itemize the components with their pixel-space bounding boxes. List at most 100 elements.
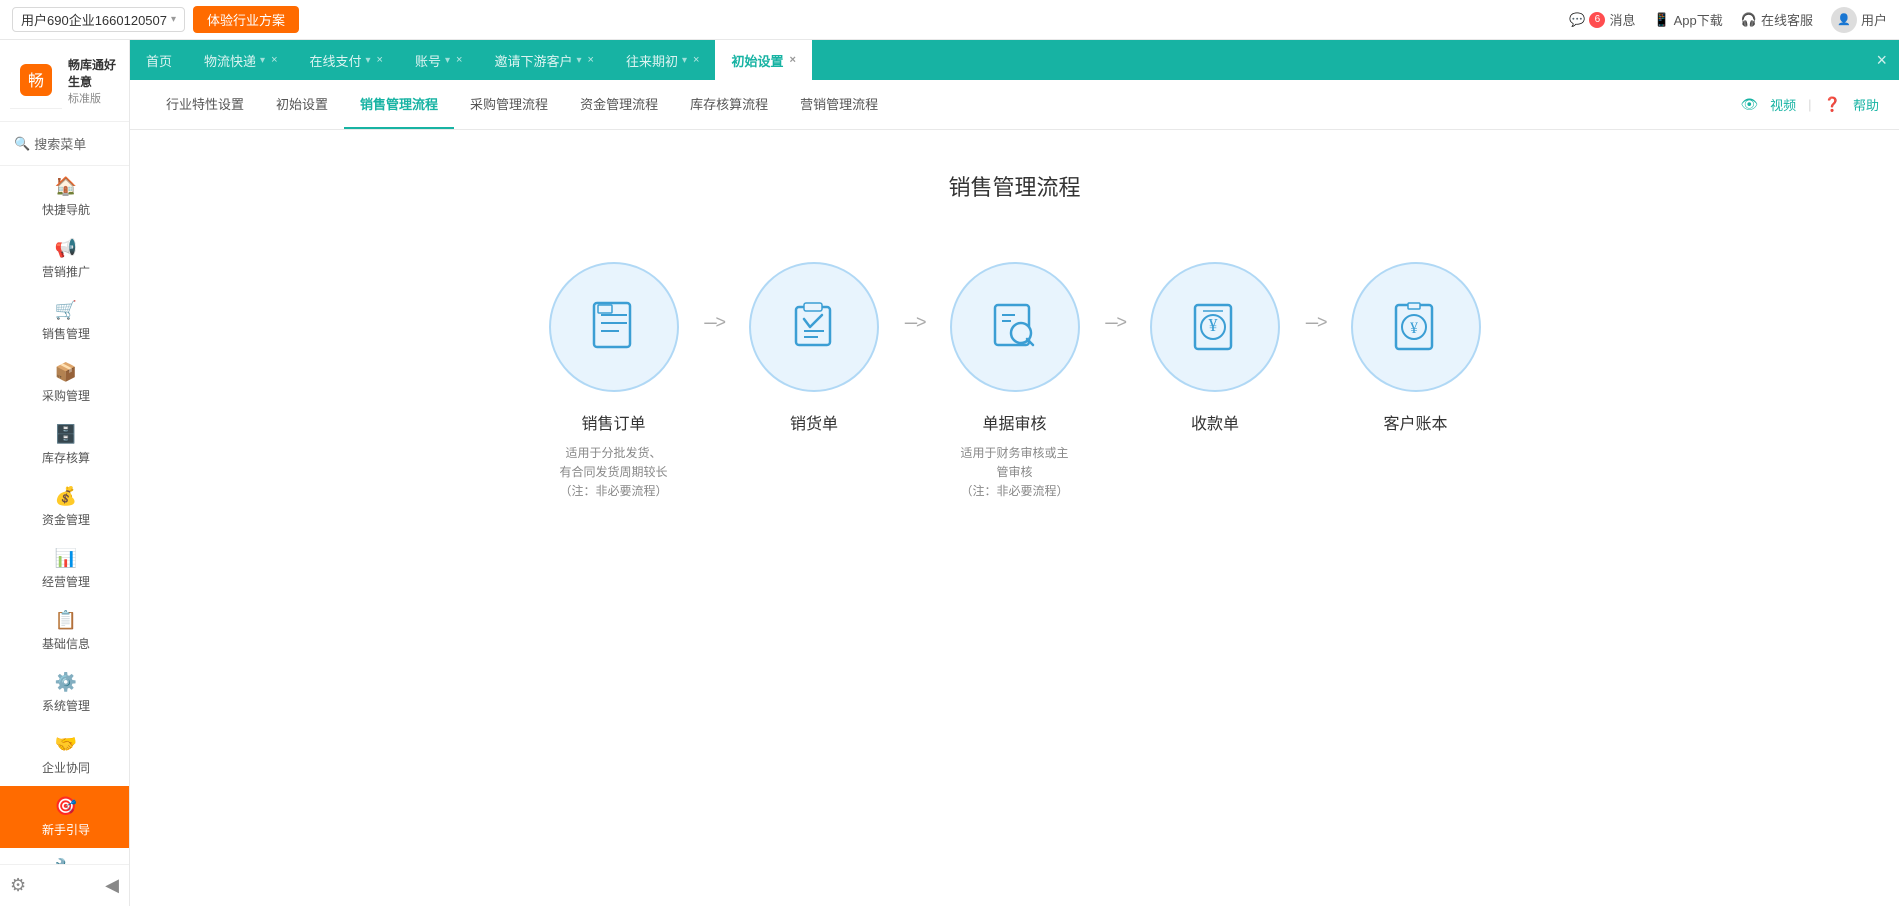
collapse-icon[interactable]: ◀ (105, 875, 119, 896)
sidebar-item-销售管理[interactable]: 🛒 销售管理 (0, 290, 129, 352)
main-area: 首页物流快递▾×在线支付▾×账号▾×邀请下游客户▾×往来期初▾×初始设置×× 行… (130, 40, 1899, 906)
nav-icon-9: 🤝 (55, 734, 77, 755)
nav-tab-0[interactable]: 首页 (130, 40, 188, 80)
sidebar-item-营销推广[interactable]: 📢营销推广 (0, 228, 129, 290)
sidebar-item-经营管理[interactable]: 📊 经营管理 (0, 538, 129, 600)
nav-icon-2: 🛒 (55, 300, 77, 321)
online-service-button[interactable]: 🎧 在线客服 (1741, 10, 1813, 29)
settings-icon[interactable]: ⚙ (10, 875, 26, 896)
sidebar-logo: 畅 畅库通好生意 标准版 (0, 40, 129, 122)
user-selector[interactable]: 用户690企业1660120507 ▾ (12, 7, 185, 32)
nav-icon-8: ⚙️ (55, 672, 77, 693)
nav-tab-6[interactable]: 初始设置× (715, 40, 811, 80)
nav-label-5: 资金管理 (42, 511, 90, 528)
online-service-label: 在线客服 (1761, 10, 1813, 29)
tab-close-icon-5[interactable]: × (693, 54, 699, 66)
sidebar-item-应用中心[interactable]: 🔧应用中心 (0, 848, 129, 864)
nav-label-3: 采购管理 (42, 387, 90, 404)
chevron-down-icon: ▾ (366, 55, 371, 66)
trial-button[interactable]: 体验行业方案 (193, 6, 299, 33)
sidebar-item-新手引导[interactable]: 🎯新手引导 (0, 786, 129, 848)
nav-tab-3[interactable]: 账号▾× (399, 40, 478, 80)
sub-tab-5[interactable]: 库存核算流程 (674, 80, 784, 129)
nav-icon-4: 🗄️ (55, 424, 77, 445)
sub-tab-6[interactable]: 营销管理流程 (784, 80, 894, 129)
nav-label-6: 经营管理 (42, 573, 90, 590)
sidebar-item-快捷导航[interactable]: 🏠快捷导航 (0, 166, 129, 228)
message-button[interactable]: 💬 6 消息 (1569, 10, 1635, 29)
top-bar-right: 💬 6 消息 📱 App下载 🎧 在线客服 👤 用户 (1569, 7, 1887, 33)
sidebar: 畅 畅库通好生意 标准版 🔍 搜索菜单 🏠快捷导航📢营销推广 🛒 销售管理 📦采购管理… (0, 40, 130, 906)
app-icon: 📱 (1653, 12, 1669, 28)
chevron-down-icon: ▾ (682, 55, 687, 66)
user-name-label: 用户 (1861, 10, 1887, 29)
sub-tab-4[interactable]: 资金管理流程 (564, 80, 674, 129)
nav-tab-4[interactable]: 邀请下游客户 ▾ × (478, 40, 609, 80)
flow-step-desc-2: 适用于财务审核或主管审核（注：非必要流程） (960, 444, 1068, 502)
nav-label-8: 系统管理 (42, 697, 90, 714)
sidebar-item-系统管理[interactable]: ⚙️ 系统管理 (0, 662, 129, 724)
nav-tab-label-1: 物流快递 (204, 51, 256, 70)
nav-tab-label-4: 邀请下游客户 (494, 51, 572, 70)
search-menu-button[interactable]: 🔍 搜索菜单 (8, 130, 121, 157)
sidebar-item-库存核算[interactable]: 🗄️库存核算 (0, 414, 129, 476)
nav-label-2: 销售管理 (42, 325, 90, 342)
video-label[interactable]: 视频 (1770, 95, 1796, 114)
flow-step-name-4: 客户账本 (1383, 410, 1447, 434)
user-avatar-area[interactable]: 👤 用户 (1831, 7, 1887, 33)
tab-close-icon-2[interactable]: × (377, 54, 383, 66)
app-download-label: App下载 (1674, 10, 1723, 29)
message-badge: 6 (1589, 12, 1605, 28)
chevron-down-icon: ▾ (576, 55, 581, 66)
flow-arrow-3: ---> (1105, 262, 1126, 333)
nav-label-9: 企业协同 (42, 759, 90, 776)
layout: 畅 畅库通好生意 标准版 🔍 搜索菜单 🏠快捷导航📢营销推广 🛒 销售管理 📦采购管理… (0, 40, 1899, 906)
flow-diagram: 销售订单 适用于分批发货、有合同发货周期较长（注：非必要流程） ---> 销货单… (150, 262, 1879, 502)
nav-tab-1[interactable]: 物流快递▾× (188, 40, 293, 80)
tab-close-icon-1[interactable]: × (271, 54, 277, 66)
sub-tab-2[interactable]: 销售管理流程 (344, 80, 454, 129)
sub-tabs-right-actions: 👁 视频 | ❓ 帮助 (1740, 95, 1879, 114)
tab-close-icon-3[interactable]: × (456, 54, 462, 66)
nav-close-button[interactable]: × (1864, 50, 1899, 71)
nav-tab-label-3: 账号 (415, 51, 441, 70)
flow-step-name-1: 销货单 (790, 410, 838, 434)
nav-icon-6: 📊 (55, 548, 77, 569)
logo-tag: 标准版 (68, 90, 119, 106)
sidebar-item-企业协同[interactable]: 🤝 企业协同 (0, 724, 129, 786)
nav-tab-2[interactable]: 在线支付 ▾ × (294, 40, 399, 80)
nav-tab-label-2: 在线支付 (310, 51, 362, 70)
sub-tab-1[interactable]: 初始设置 (260, 80, 344, 129)
message-icon: 💬 (1569, 12, 1585, 28)
nav-icon-7: 📋 (55, 610, 77, 631)
eye-icon: 👁 (1740, 96, 1758, 113)
svg-text:¥: ¥ (1410, 320, 1418, 337)
nav-label-10: 新手引导 (42, 821, 90, 838)
tab-close-icon-4[interactable]: × (588, 54, 594, 66)
flow-content: 销售管理流程 销售订单 适用于分批发货、有合同发货周期较长（注：非必要流程） -… (130, 130, 1899, 532)
sidebar-item-采购管理[interactable]: 📦采购管理 (0, 352, 129, 414)
flow-step-4: ¥ 客户账本 (1326, 262, 1506, 444)
app-download-button[interactable]: 📱 App下载 (1653, 10, 1722, 29)
sidebar-bottom: ⚙ ◀ (0, 864, 129, 906)
flow-arrow-1: ---> (704, 262, 725, 333)
help-label[interactable]: 帮助 (1853, 95, 1879, 114)
sidebar-item-基础信息[interactable]: 📋 基础信息 (0, 600, 129, 662)
flow-step-desc-0: 适用于分批发货、有合同发货周期较长（注：非必要流程） (559, 444, 667, 502)
logo-text-area: 畅库通好生意 标准版 (68, 56, 119, 106)
flow-step-name-0: 销售订单 (581, 410, 645, 434)
nav-icon-5: 💰 (55, 486, 77, 507)
flow-circle-2 (950, 262, 1080, 392)
top-bar: 用户690企业1660120507 ▾ 体验行业方案 💬 6 消息 📱 App下… (0, 0, 1899, 40)
nav-icon-1: 📢 (55, 238, 77, 259)
flow-step-1: 销货单 (724, 262, 904, 444)
top-bar-left: 用户690企业1660120507 ▾ 体验行业方案 (12, 6, 299, 33)
nav-tab-5[interactable]: 往来期初▾× (610, 40, 715, 80)
flow-circle-4: ¥ (1351, 262, 1481, 392)
sub-tab-3[interactable]: 采购管理流程 (454, 80, 564, 129)
nav-label-7: 基础信息 (42, 635, 90, 652)
tab-close-icon-6[interactable]: × (789, 54, 795, 66)
flow-step-name-2: 单据审核 (982, 410, 1046, 434)
sidebar-item-资金管理[interactable]: 💰 资金管理 (0, 476, 129, 538)
sub-tab-0[interactable]: 行业特性设置 (150, 80, 260, 129)
